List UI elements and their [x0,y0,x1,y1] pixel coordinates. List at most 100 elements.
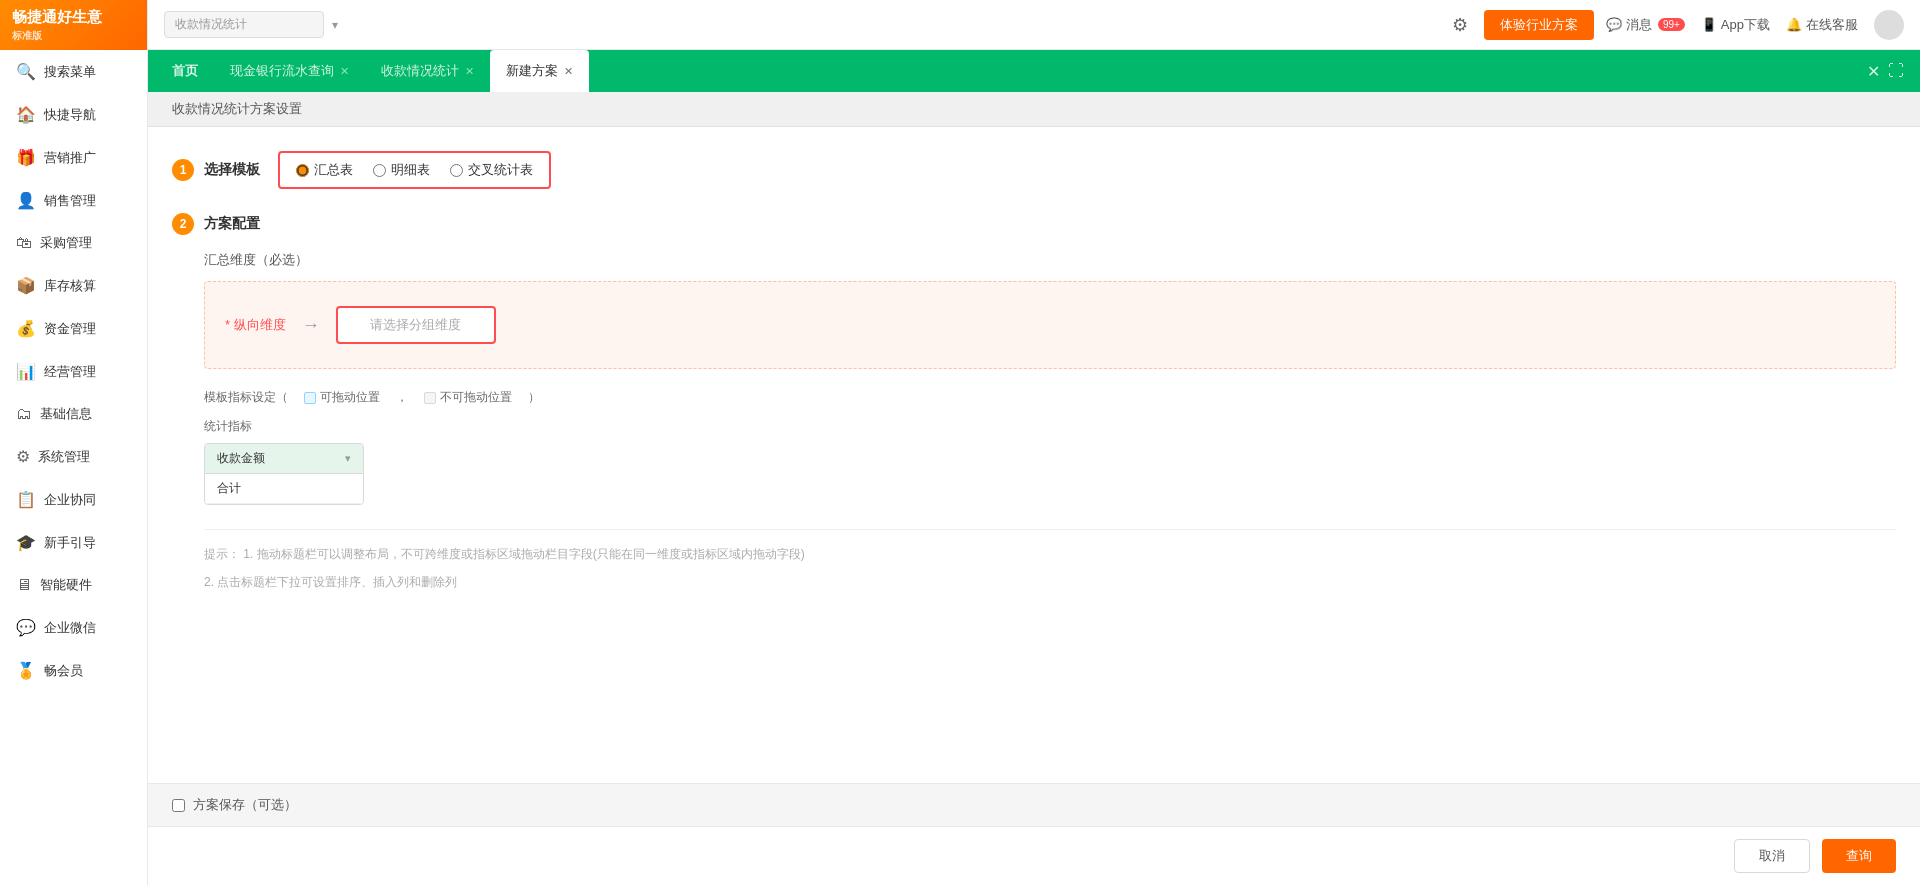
sidebar-item-member[interactable]: 🏅 畅会员 [0,649,147,692]
sidebar-item-enterprise[interactable]: 📋 企业协同 [0,478,147,521]
fixed-dot [424,392,436,404]
chart-icon: 📊 [16,362,36,381]
dimension-container: 汇总维度（必选） * 纵向维度 → 请选择分组维度 模板指标设定（ [204,251,1896,610]
radio-cross-input[interactable] [450,164,463,177]
metrics-table: 收款金额 ▾ 合计 [204,443,364,505]
tab-bank-flow-label: 现金银行流水查询 [230,62,334,80]
page-title-bar: 收款情况统计方案设置 [148,92,1920,127]
sidebar-item-label: 库存核算 [44,277,96,295]
search-menu-icon: 🔍 [16,62,36,81]
box-icon: 📦 [16,276,36,295]
sidebar-item-label: 基础信息 [40,405,92,423]
settings-icon: ⚙ [16,447,30,466]
sidebar-item-basic-info[interactable]: 🗂 基础信息 [0,393,147,435]
radio-summary[interactable]: 汇总表 [296,161,353,179]
tab-new-plan[interactable]: 新建方案 ✕ [490,50,589,92]
top-header: 收款情况统计 ▾ ⚙ 体验行业方案 💬 消息 99+ 📱 App下载 🔔 在线客… [148,0,1920,50]
trial-button[interactable]: 体验行业方案 [1484,10,1594,40]
sidebar-item-inventory[interactable]: 📦 库存核算 [0,264,147,307]
radio-cross[interactable]: 交叉统计表 [450,161,533,179]
sidebar-item-newbie[interactable]: 🎓 新手引导 [0,521,147,564]
tab-receipt-stats[interactable]: 收款情况统计 ✕ [365,50,490,92]
sidebar-item-sales[interactable]: 👤 销售管理 [0,179,147,222]
sidebar-item-marketing[interactable]: 🎁 营销推广 [0,136,147,179]
medal-icon: 🏅 [16,661,36,680]
metrics-row-label: 合计 [217,481,241,495]
tab-home[interactable]: 首页 [156,50,214,92]
step2-title: 方案配置 [204,215,260,233]
sidebar-item-operation[interactable]: 📊 经营管理 [0,350,147,393]
message-label: 消息 [1626,16,1652,34]
tab-home-label: 首页 [172,62,198,80]
sidebar-item-label: 智能硬件 [40,576,92,594]
home-icon: 🏠 [16,105,36,124]
radio-detail[interactable]: 明细表 [373,161,430,179]
movable-hint: 可拖动位置 [304,389,380,406]
metrics-hint-label: 模板指标设定（ [204,389,288,406]
radio-summary-input[interactable] [296,164,309,177]
sidebar-item-label: 采购管理 [40,234,92,252]
sidebar-item-label: 新手引导 [44,534,96,552]
radio-detail-label: 明细表 [391,161,430,179]
gear-button[interactable]: ⚙ [1448,10,1472,40]
close-bank-flow-icon[interactable]: ✕ [340,65,349,78]
sidebar-item-quick-nav[interactable]: 🏠 快捷导航 [0,93,147,136]
sidebar-logo: 畅捷通好生意 标准版 [0,0,147,50]
sidebar-item-finance[interactable]: 💰 资金管理 [0,307,147,350]
sidebar-item-search-menu[interactable]: 🔍 搜索菜单 [0,50,147,93]
app-download-label: App下载 [1721,16,1770,34]
fixed-hint: 不可拖动位置 [424,389,512,406]
message-icon: 💬 [1606,17,1622,32]
clipboard-icon: 📋 [16,490,36,509]
bag-icon: 🛍 [16,234,32,252]
step1-number: 1 [172,159,194,181]
metrics-hint-close: ） [528,389,540,406]
save-option-bar: 方案保存（可选） [148,783,1920,826]
close-receipt-stats-icon[interactable]: ✕ [465,65,474,78]
tab-bar-controls: ✕ ⛶ [1867,62,1912,81]
message-button[interactable]: 💬 消息 99+ [1606,16,1685,34]
page-title: 收款情况统计方案设置 [172,101,302,116]
tab-bank-flow[interactable]: 现金银行流水查询 ✕ [214,50,365,92]
user-avatar[interactable] [1874,10,1904,40]
cancel-button[interactable]: 取消 [1734,839,1810,873]
metrics-hint: 模板指标设定（ 可拖动位置 ， 不可拖动位置 ） [204,389,1896,406]
close-new-plan-icon[interactable]: ✕ [564,65,573,78]
tab-close-all-icon[interactable]: ✕ [1867,62,1880,81]
sidebar-item-wechat[interactable]: 💬 企业微信 [0,606,147,649]
sidebar-item-system[interactable]: ⚙ 系统管理 [0,435,147,478]
metrics-hint-sep: ， [396,389,408,406]
save-checkbox[interactable] [172,799,185,812]
metrics-header-label: 收款金额 [217,450,265,467]
breadcrumb-arrow-icon: ▾ [332,18,338,32]
metrics-table-header: 收款金额 ▾ [205,444,363,474]
tab-bar: 首页 现金银行流水查询 ✕ 收款情况统计 ✕ 新建方案 ✕ ✕ ⛶ [148,50,1920,92]
step2-number: 2 [172,213,194,235]
metrics-section: 模板指标设定（ 可拖动位置 ， 不可拖动位置 ） [204,389,1896,505]
footer-bar: 取消 查询 [148,826,1920,885]
step1-header: 1 选择模板 汇总表 明细表 [172,151,1896,189]
sidebar-item-label: 经营管理 [44,363,96,381]
tab-expand-icon[interactable]: ⛶ [1888,62,1904,80]
sidebar-item-label: 资金管理 [44,320,96,338]
query-button[interactable]: 查询 [1822,839,1896,873]
fixed-label: 不可拖动位置 [440,389,512,406]
dimension-row: * 纵向维度 → 请选择分组维度 [225,306,1875,344]
radio-detail-input[interactable] [373,164,386,177]
step1-section: 1 选择模板 汇总表 明细表 [172,151,1896,189]
metrics-section-label: 统计指标 [204,418,1896,435]
online-service-button[interactable]: 🔔 在线客服 [1786,16,1858,34]
service-icon: 🔔 [1786,17,1802,32]
monitor-icon: 🖥 [16,576,32,594]
sidebar-item-smart-hw[interactable]: 🖥 智能硬件 [0,564,147,606]
graduation-icon: 🎓 [16,533,36,552]
metrics-dropdown-icon[interactable]: ▾ [345,452,351,465]
user-icon: 👤 [16,191,36,210]
sidebar-item-purchase[interactable]: 🛍 采购管理 [0,222,147,264]
logo-name: 畅捷通好生意 [12,8,102,27]
app-download-button[interactable]: 📱 App下载 [1701,16,1770,34]
dimension-placeholder[interactable]: 请选择分组维度 [336,306,496,344]
template-options-box: 汇总表 明细表 交叉统计表 [278,151,551,189]
sidebar-item-label: 企业微信 [44,619,96,637]
money-icon: 💰 [16,319,36,338]
